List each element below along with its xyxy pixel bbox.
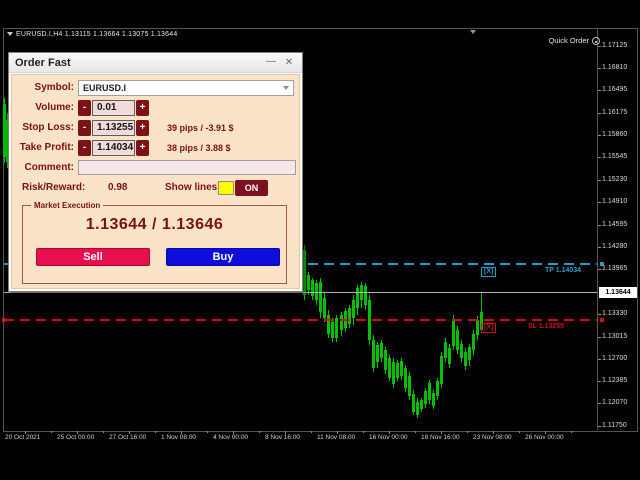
chart-ohlc-values: 1.13115 1.13664 1.13075 1.13644 — [65, 31, 178, 38]
time-axis-tick — [233, 431, 234, 434]
time-axis-label: 11 Nov 08:00 — [317, 434, 355, 441]
symbol-triangle-icon — [7, 32, 13, 36]
time-axis-tick — [493, 431, 494, 434]
chevron-down-icon — [283, 86, 289, 90]
comment-label: Comment: — [12, 160, 74, 176]
stop-loss-input[interactable]: 1.13255 — [92, 120, 135, 136]
stop-loss-stepper: - 1.13255 + — [78, 120, 149, 136]
time-axis-tick — [25, 431, 26, 434]
volume-label: Volume: — [12, 100, 74, 116]
time-axis-minor-tick — [259, 431, 260, 433]
time-axis-tick — [77, 431, 78, 434]
take-profit-input[interactable]: 1.14034 — [92, 140, 135, 156]
take-profit-decrease-button[interactable]: - — [78, 140, 91, 156]
time-axis-minor-tick — [311, 431, 312, 433]
quick-order-icon[interactable] — [592, 37, 600, 45]
buy-button[interactable]: Buy — [166, 248, 280, 266]
close-icon[interactable]: ✕ — [282, 53, 296, 72]
time-axis-label: 23 Nov 08:00 — [473, 434, 512, 441]
price-separator: / — [152, 216, 157, 233]
time-axis-label: 8 Nov 16:00 — [265, 434, 300, 441]
minimize-icon[interactable]: — — [264, 53, 278, 71]
time-axis-minor-tick — [519, 431, 520, 433]
price-axis-separator — [597, 29, 598, 430]
time-axis-label: 1 Nov 08:00 — [161, 434, 196, 441]
show-lines-label: Show lines — [165, 180, 217, 196]
time-axis-minor-tick — [415, 431, 416, 433]
ask-price: 1.13646 — [162, 216, 223, 233]
stop-loss-label: Stop Loss: — [12, 120, 74, 136]
time-axis-tick — [545, 431, 546, 434]
comment-input[interactable] — [78, 160, 296, 175]
chart-ohlc-header: EURUSD.I,H4 1.13115 1.13664 1.13075 1.13… — [7, 31, 177, 38]
time-axis-tick — [337, 431, 338, 434]
time-axis-minor-tick — [103, 431, 104, 433]
sell-button[interactable]: Sell — [36, 248, 150, 266]
time-axis-minor-tick — [467, 431, 468, 433]
time-axis-minor-tick — [571, 431, 572, 433]
stop-loss-increase-button[interactable]: + — [136, 120, 149, 136]
take-profit-pips-note: 38 pips / 3.88 $ — [167, 140, 231, 156]
risk-reward-label: Risk/Reward: — [22, 180, 85, 196]
risk-reward-value: 0.98 — [108, 180, 127, 196]
show-lines-color-swatch[interactable] — [218, 181, 234, 195]
chart-symbol-label: EURUSD.I,H4 — [16, 31, 63, 38]
take-profit-label: Take Profit: — [12, 140, 74, 156]
time-axis-label: 27 Oct 16:00 — [109, 434, 146, 441]
time-axis: 20 Oct 2021 25 Oct 00:00 27 Oct 16:00 1 Nov… — [0, 431, 640, 445]
time-axis-tick — [285, 431, 286, 434]
time-axis-label: 26 Nov 00:00 — [525, 434, 564, 441]
dialog-body: Symbol: EURUSD.I Volume: - 0.01 + Stop L… — [11, 74, 300, 289]
time-axis-minor-tick — [51, 431, 52, 433]
volume-stepper: - 0.01 + — [78, 100, 149, 116]
symbol-label: Symbol: — [12, 80, 74, 96]
time-axis-tick — [181, 431, 182, 434]
show-lines-toggle[interactable]: ON — [235, 180, 268, 196]
symbol-value: EURUSD.I — [83, 83, 126, 93]
quick-order-button[interactable]: Quick Order — [549, 36, 600, 45]
market-execution-group: Market Execution 1.13644 / 1.13646 Sell … — [22, 205, 287, 284]
market-execution-legend: Market Execution — [31, 201, 103, 210]
time-axis-label: 18 Nov 16:00 — [421, 434, 460, 441]
time-axis-tick — [129, 431, 130, 434]
bid-price: 1.13644 — [86, 216, 147, 233]
time-axis-minor-tick — [363, 431, 364, 433]
order-fast-dialog: Order Fast — ✕ Symbol: EURUSD.I Volume: … — [8, 52, 303, 292]
chart-scroll-marker-icon — [470, 30, 476, 34]
time-axis-tick — [389, 431, 390, 434]
bid-ask-price: 1.13644 / 1.13646 — [23, 216, 286, 234]
terminal-screen: EURUSD.I,H4 1.13115 1.13664 1.13075 1.13… — [0, 0, 640, 480]
time-axis-label: 25 Oct 00:00 — [57, 434, 94, 441]
volume-increase-button[interactable]: + — [136, 100, 149, 116]
volume-input[interactable]: 0.01 — [92, 100, 135, 116]
take-profit-increase-button[interactable]: + — [136, 140, 149, 156]
time-axis-minor-tick — [155, 431, 156, 433]
stop-loss-decrease-button[interactable]: - — [78, 120, 91, 136]
time-axis-minor-tick — [207, 431, 208, 433]
symbol-select[interactable]: EURUSD.I — [78, 80, 294, 96]
time-axis-label: 4 Nov 00:00 — [213, 434, 248, 441]
time-axis-label: 20 Oct 2021 — [5, 434, 40, 441]
dialog-title: Order Fast — [9, 53, 302, 73]
take-profit-stepper: - 1.14034 + — [78, 140, 149, 156]
time-axis-tick — [441, 431, 442, 434]
time-axis-label: 16 Nov 00:00 — [369, 434, 408, 441]
quick-order-label: Quick Order — [549, 36, 589, 45]
stop-loss-pips-note: 39 pips / -3.91 $ — [167, 120, 234, 136]
volume-decrease-button[interactable]: - — [78, 100, 91, 116]
